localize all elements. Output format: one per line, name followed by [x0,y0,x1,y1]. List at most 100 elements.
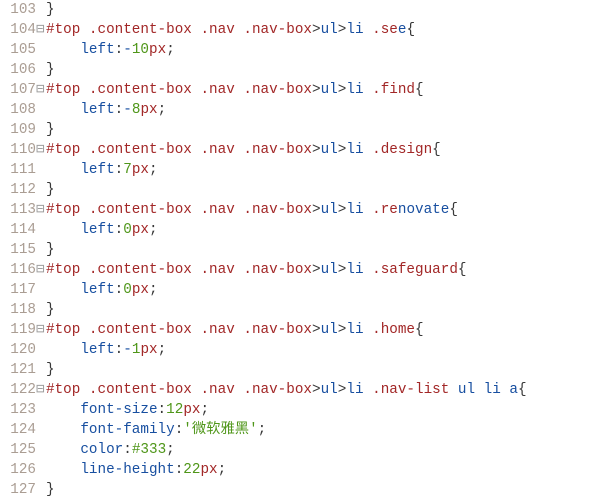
token-num: 10 [132,42,149,58]
code-line[interactable]: } [36,480,594,500]
token-brace: { [449,202,458,218]
code-line[interactable]: ⊟#top .content-box .nav .nav-box>ul>li .… [36,140,594,160]
token-semi: ; [149,222,158,238]
fold-spacer [36,0,46,20]
token-unit: px [200,462,217,478]
token-sel-tag: ul [321,322,338,338]
token-prop: font-size [80,402,157,418]
code-line[interactable]: ⊟#top .content-box .nav .nav-box>ul>li .… [36,200,594,220]
code-line[interactable]: } [36,120,594,140]
line-number: 103 [0,0,36,20]
line-number: 127 [0,480,36,500]
code-line[interactable]: } [36,180,594,200]
fold-spacer [36,480,46,500]
token-semi: ; [158,342,167,358]
token-sel-cls: .content-box [89,382,201,398]
token-neg: - [123,42,132,58]
code-area[interactable]: }⊟#top .content-box .nav .nav-box>ul>li … [36,0,594,500]
code-line[interactable]: } [36,300,594,320]
token-semi: ; [149,282,158,298]
code-line[interactable]: } [36,60,594,80]
code-line[interactable]: ⊟#top .content-box .nav .nav-box>ul>li .… [36,20,594,40]
token-unit: px [149,42,166,58]
token-sel-tag: li [346,142,372,158]
code-line[interactable]: left:-8px; [36,100,594,120]
code-editor[interactable]: 1031041051061071081091101111121131141151… [0,0,594,500]
indent [46,442,80,458]
code-line[interactable]: line-height:22px; [36,460,594,480]
fold-toggle-icon[interactable]: ⊟ [36,320,46,340]
line-number-gutter: 1031041051061071081091101111121131141151… [0,0,36,500]
fold-toggle-icon[interactable]: ⊟ [36,200,46,220]
code-line[interactable]: left:-10px; [36,40,594,60]
token-sel-cls: .re [372,202,398,218]
token-num: 22 [183,462,200,478]
line-number: 115 [0,240,36,260]
token-brace: { [458,262,467,278]
code-line[interactable]: font-family:'微软雅黑'; [36,420,594,440]
code-line[interactable]: left:0px; [36,280,594,300]
fold-spacer [36,180,46,200]
code-line[interactable]: ⊟#top .content-box .nav .nav-box>ul>li .… [36,260,594,280]
fold-toggle-icon[interactable]: ⊟ [36,80,46,100]
token-brace: } [46,242,55,258]
token-brace: { [415,82,424,98]
code-line[interactable]: left:-1px; [36,340,594,360]
code-line[interactable]: } [36,0,594,20]
token-semi: ; [149,162,158,178]
code-line[interactable]: ⊟#top .content-box .nav .nav-box>ul>li .… [36,80,594,100]
token-semi: ; [166,42,175,58]
token-sel-cls: .content-box [89,82,201,98]
token-sel-cls: .home [372,322,415,338]
token-sel-id: #top [46,202,89,218]
code-line[interactable]: } [36,360,594,380]
token-sel-id: #top [46,382,89,398]
indent [46,222,80,238]
fold-toggle-icon[interactable]: ⊟ [36,140,46,160]
fold-spacer [36,240,46,260]
token-unit: px [132,162,149,178]
token-brace: } [46,182,55,198]
token-sel-cls: .nav-box [243,82,312,98]
token-sel-tag: li [346,262,372,278]
fold-spacer [36,420,46,440]
token-sel-cls: .safeguard [372,262,458,278]
fold-spacer [36,100,46,120]
code-line[interactable]: } [36,240,594,260]
token-hex: #333 [132,442,166,458]
token-sel-tag: ul [321,382,338,398]
line-number: 106 [0,60,36,80]
token-sel-cls: .nav-box [243,322,312,338]
fold-spacer [36,220,46,240]
code-line[interactable]: ⊟#top .content-box .nav .nav-box>ul>li .… [36,320,594,340]
code-line[interactable]: left:0px; [36,220,594,240]
token-brace: { [518,382,527,398]
token-sel-tag: ul [321,202,338,218]
line-number: 121 [0,360,36,380]
token-sel-cls: .content-box [89,142,201,158]
code-line[interactable]: left:7px; [36,160,594,180]
token-prop: color [80,442,123,458]
fold-toggle-icon[interactable]: ⊟ [36,380,46,400]
token-semi: ; [158,102,167,118]
token-sel-op: > [312,262,321,278]
code-line[interactable]: ⊟#top .content-box .nav .nav-box>ul>li .… [36,380,594,400]
token-colon: : [123,442,132,458]
indent [46,42,80,58]
line-number: 123 [0,400,36,420]
code-line[interactable]: color:#333; [36,440,594,460]
token-colon: : [158,402,167,418]
fold-toggle-icon[interactable]: ⊟ [36,260,46,280]
token-unit: px [140,342,157,358]
indent [46,162,80,178]
token-unit: px [183,402,200,418]
indent [46,102,80,118]
token-sel-op: > [312,202,321,218]
code-line[interactable]: font-size:12px; [36,400,594,420]
token-sel-cls: .content-box [89,322,201,338]
token-colon: : [115,282,124,298]
indent [46,462,80,478]
fold-toggle-icon[interactable]: ⊟ [36,20,46,40]
line-number: 122 [0,380,36,400]
token-sel-cls: .nav-box [243,202,312,218]
